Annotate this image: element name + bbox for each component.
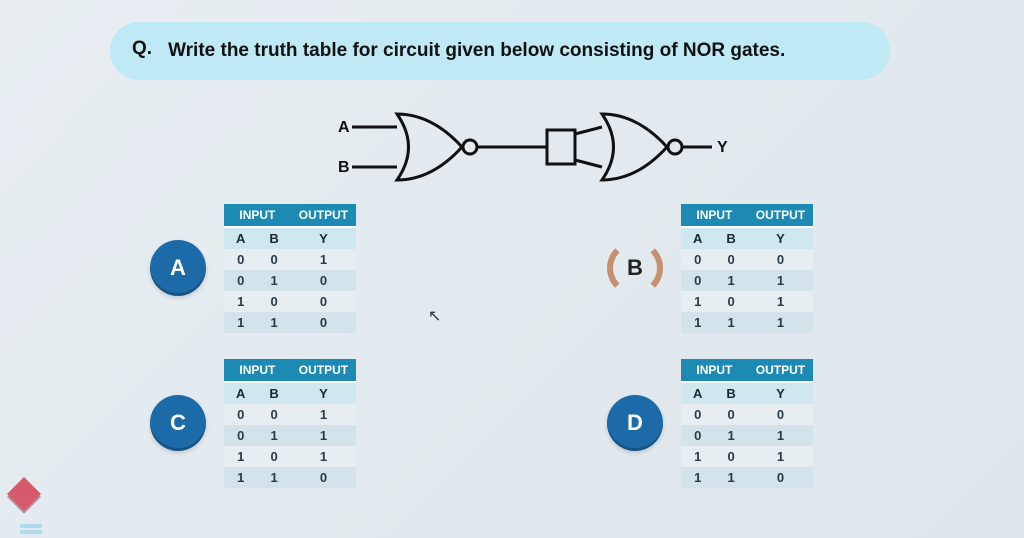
option-d-table: INPUT OUTPUT A B Y 000 011 101 110 bbox=[681, 359, 813, 488]
decor-diamond bbox=[7, 477, 41, 511]
th-output: OUTPUT bbox=[748, 204, 813, 227]
option-a[interactable]: A INPUT OUTPUT A B Y 001 010 100 110 bbox=[150, 204, 467, 333]
option-b-badge[interactable]: B bbox=[607, 240, 663, 296]
question-card: Q. Write the truth table for circuit giv… bbox=[110, 22, 890, 80]
option-b-table: INPUT OUTPUT A B Y 000 011 101 111 bbox=[681, 204, 813, 333]
option-b[interactable]: B INPUT OUTPUT A B Y 000 011 101 111 bbox=[607, 204, 924, 333]
option-a-table: INPUT OUTPUT A B Y 001 010 100 110 bbox=[224, 204, 356, 333]
option-d-badge[interactable]: D bbox=[607, 395, 663, 451]
th-input: INPUT bbox=[681, 359, 748, 382]
options-grid: A INPUT OUTPUT A B Y 001 010 100 110 B I… bbox=[110, 204, 934, 488]
option-c-badge[interactable]: C bbox=[150, 395, 206, 451]
decor-stripes bbox=[20, 524, 42, 534]
question-marker: Q. bbox=[132, 38, 152, 60]
question-text: Write the truth table for circuit given … bbox=[168, 38, 785, 64]
nor-circuit-svg: A B Y bbox=[312, 102, 732, 192]
th-output: OUTPUT bbox=[291, 204, 356, 227]
option-d[interactable]: D INPUT OUTPUT A B Y 000 011 101 110 bbox=[607, 359, 924, 488]
th-output: OUTPUT bbox=[291, 359, 356, 382]
circuit-label-a: A bbox=[338, 119, 350, 136]
circuit-diagram: A B Y bbox=[110, 102, 934, 192]
option-c[interactable]: C INPUT OUTPUT A B Y 001 011 101 110 bbox=[150, 359, 467, 488]
circuit-label-b: B bbox=[338, 159, 350, 176]
th-input: INPUT bbox=[224, 204, 291, 227]
th-input: INPUT bbox=[681, 204, 748, 227]
th-output: OUTPUT bbox=[748, 359, 813, 382]
cursor-icon: ↖ bbox=[428, 306, 441, 326]
th-input: INPUT bbox=[224, 359, 291, 382]
option-c-table: INPUT OUTPUT A B Y 001 011 101 110 bbox=[224, 359, 356, 488]
circuit-label-y: Y bbox=[717, 139, 728, 156]
option-a-badge[interactable]: A bbox=[150, 240, 206, 296]
